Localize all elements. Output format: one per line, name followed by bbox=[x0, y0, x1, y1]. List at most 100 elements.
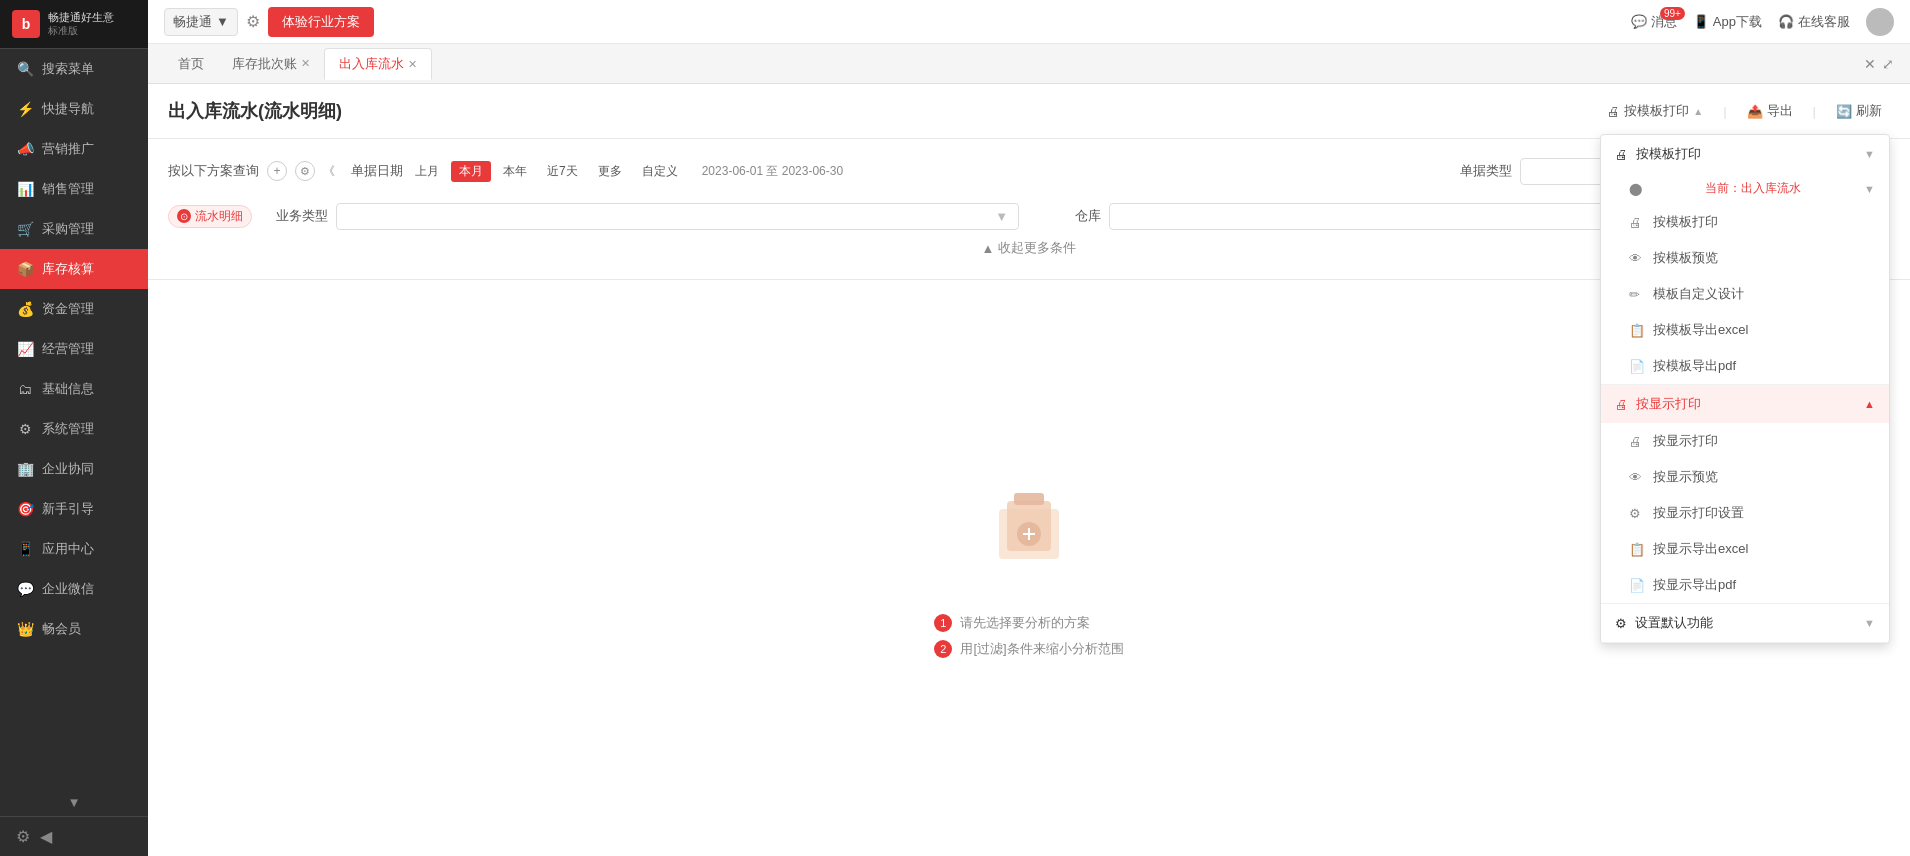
tab-batch-account-label: 库存批次账 bbox=[232, 55, 297, 73]
sidebar-item-inventory[interactable]: 📦 库存核算 bbox=[0, 249, 148, 289]
dropdown-item-template-pdf[interactable]: 📄 按模板导出pdf bbox=[1601, 348, 1889, 384]
empty-step-1: 1 请先选择要分析的方案 bbox=[934, 614, 1123, 632]
filter-collapse-btn[interactable]: 《 bbox=[323, 163, 335, 180]
tab-home-label: 首页 bbox=[178, 55, 204, 73]
bottom-collapse-icon[interactable]: ◀ bbox=[40, 827, 52, 846]
filter-tag-icon: ⊙ bbox=[177, 209, 191, 223]
trial-btn[interactable]: 体验行业方案 bbox=[268, 7, 374, 37]
template-print-header-icon: 🖨 bbox=[1615, 147, 1628, 162]
dropdown-item-display-print[interactable]: 🖨 按显示打印 bbox=[1601, 423, 1889, 459]
user-avatar[interactable] bbox=[1866, 8, 1894, 36]
sidebar-item-basic[interactable]: 🗂 基础信息 bbox=[0, 369, 148, 409]
tab-inventory-flow-close[interactable]: ✕ bbox=[408, 58, 417, 71]
empty-steps: 1 请先选择要分析的方案 2 用[过滤]条件来缩小分析范围 bbox=[934, 614, 1123, 658]
display-preview-label: 按显示预览 bbox=[1653, 468, 1718, 486]
filter-add-btn[interactable]: + bbox=[267, 161, 287, 181]
sidebar-item-label: 畅会员 bbox=[42, 620, 81, 638]
dropdown-item-display-excel[interactable]: 📋 按显示导出excel bbox=[1601, 531, 1889, 567]
filter-business-select[interactable]: ▼ bbox=[336, 203, 1019, 230]
collapse-btn[interactable]: ▲ 收起更多条件 bbox=[982, 239, 1077, 257]
sidebar-item-quick-nav[interactable]: ⚡ 快捷导航 bbox=[0, 89, 148, 129]
online-service-btn[interactable]: 🎧 在线客服 bbox=[1778, 13, 1850, 31]
display-print-icon: 🖨 bbox=[1629, 434, 1645, 449]
display-print-header[interactable]: 🖨 按显示打印 ▲ bbox=[1601, 385, 1889, 423]
dropdown-item-display-settings[interactable]: ⚙ 按显示打印设置 bbox=[1601, 495, 1889, 531]
dropdown-item-template-excel[interactable]: 📋 按模板导出excel bbox=[1601, 312, 1889, 348]
sidebar-item-appstore[interactable]: 📱 应用中心 bbox=[0, 529, 148, 569]
tabbar: 首页 库存批次账 ✕ 出入库流水 ✕ ✕ ⤢ bbox=[148, 44, 1910, 84]
topbar-settings-icon[interactable]: ⚙ bbox=[246, 12, 260, 31]
app-download-btn[interactable]: 📱 App下载 bbox=[1693, 13, 1762, 31]
tab-batch-account-close[interactable]: ✕ bbox=[301, 57, 310, 70]
expand-tab-icon[interactable]: ⤢ bbox=[1882, 56, 1894, 72]
collapse-up-icon: ▲ bbox=[982, 241, 995, 256]
sidebar-item-label: 基础信息 bbox=[42, 380, 94, 398]
sidebar-item-purchase[interactable]: 🛒 采购管理 bbox=[0, 209, 148, 249]
sidebar-item-marketing[interactable]: 📣 营销推广 bbox=[0, 129, 148, 169]
date-range: 2023-06-01 至 2023-06-30 bbox=[702, 163, 843, 180]
dropdown-item-template-preview[interactable]: 👁 按模板预览 bbox=[1601, 240, 1889, 276]
sidebar-item-system[interactable]: ⚙ 系统管理 bbox=[0, 409, 148, 449]
date-tab-custom[interactable]: 自定义 bbox=[634, 161, 686, 182]
display-excel-label: 按显示导出excel bbox=[1653, 540, 1748, 558]
print-btn[interactable]: 🖨 按模板打印 ▲ bbox=[1599, 98, 1711, 124]
sidebar-nav: ⚡ 快捷导航 📣 营销推广 📊 销售管理 🛒 采购管理 📦 库存核算 💰 资金管… bbox=[0, 89, 148, 789]
template-print-header-label: 按模板打印 bbox=[1636, 145, 1701, 163]
sidebar-item-operations[interactable]: 📈 经营管理 bbox=[0, 329, 148, 369]
tab-batch-account[interactable]: 库存批次账 ✕ bbox=[218, 49, 324, 79]
step-2-text: 用[过滤]条件来缩小分析范围 bbox=[960, 640, 1123, 658]
sidebar-item-vip[interactable]: 👑 畅会员 bbox=[0, 609, 148, 649]
export-label: 导出 bbox=[1767, 102, 1793, 120]
sidebar-item-enterprise[interactable]: 🏢 企业协同 bbox=[0, 449, 148, 489]
date-tab-this-year[interactable]: 本年 bbox=[495, 161, 535, 182]
inventory-icon: 📦 bbox=[16, 261, 34, 277]
filter-label-row: 按以下方案查询 + ⚙ 《 bbox=[168, 161, 335, 181]
sidebar-item-label: 资金管理 bbox=[42, 300, 94, 318]
dropdown-current-arrow: ▼ bbox=[1864, 183, 1875, 195]
topbar-right: 💬 消息 99+ 📱 App下载 🎧 在线客服 bbox=[1631, 8, 1894, 36]
tab-home[interactable]: 首页 bbox=[164, 49, 218, 79]
template-print-header[interactable]: 🖨 按模板打印 ▼ bbox=[1601, 135, 1889, 173]
message-btn[interactable]: 💬 消息 99+ bbox=[1631, 13, 1677, 31]
sidebar-scroll-down[interactable]: ▼ bbox=[0, 789, 148, 816]
bottom-settings-icon[interactable]: ⚙ bbox=[16, 827, 30, 846]
step-2-num: 2 bbox=[934, 640, 952, 658]
filter-tag-stream[interactable]: ⊙ 流水明细 bbox=[168, 205, 252, 228]
dropdown-item-display-pdf[interactable]: 📄 按显示导出pdf bbox=[1601, 567, 1889, 603]
template-pdf-icon: 📄 bbox=[1629, 359, 1645, 374]
company-name: 畅捷通 bbox=[173, 13, 212, 31]
operations-icon: 📈 bbox=[16, 341, 34, 357]
sidebar-item-sales[interactable]: 📊 销售管理 bbox=[0, 169, 148, 209]
dropdown-current-text: 当前：出入库流水 bbox=[1705, 180, 1801, 197]
company-selector[interactable]: 畅捷通 ▼ bbox=[164, 8, 238, 36]
date-tab-last-month[interactable]: 上月 bbox=[407, 161, 447, 182]
display-print-item-label: 按显示打印 bbox=[1653, 432, 1718, 450]
close-tab-icon[interactable]: ✕ bbox=[1864, 56, 1876, 72]
step-1-text: 请先选择要分析的方案 bbox=[960, 614, 1090, 632]
export-btn[interactable]: 📤 导出 bbox=[1739, 98, 1801, 124]
sidebar-item-wechat[interactable]: 💬 企业微信 bbox=[0, 569, 148, 609]
sidebar-item-search[interactable]: 🔍 搜索菜单 bbox=[0, 49, 148, 89]
dropdown-item-template-design[interactable]: ✏ 模板自定义设计 bbox=[1601, 276, 1889, 312]
dropdown-item-template-print[interactable]: 🖨 按模板打印 bbox=[1601, 204, 1889, 240]
tab-inventory-flow[interactable]: 出入库流水 ✕ bbox=[324, 48, 432, 80]
tabbar-right: ✕ ⤢ bbox=[1864, 56, 1894, 72]
default-function-label: 设置默认功能 bbox=[1635, 614, 1713, 632]
message-icon: 💬 bbox=[1631, 14, 1647, 29]
page-content: 出入库流水(流水明细) 🖨 按模板打印 ▲ | 📤 导出 | 🔄 刷新 bbox=[148, 84, 1910, 856]
date-tab-7days[interactable]: 近7天 bbox=[539, 161, 586, 182]
guide-icon: 🎯 bbox=[16, 501, 34, 517]
date-tab-more[interactable]: 更多 bbox=[590, 161, 630, 182]
refresh-btn[interactable]: 🔄 刷新 bbox=[1828, 98, 1890, 124]
system-icon: ⚙ bbox=[16, 421, 34, 437]
sidebar-item-finance[interactable]: 💰 资金管理 bbox=[0, 289, 148, 329]
dropdown-item-display-preview[interactable]: 👁 按显示预览 bbox=[1601, 459, 1889, 495]
date-tab-this-month[interactable]: 本月 bbox=[451, 161, 491, 182]
app-download-icon: 📱 bbox=[1693, 14, 1709, 29]
default-function-header[interactable]: ⚙ 设置默认功能 ▼ bbox=[1601, 604, 1889, 642]
filter-settings-btn[interactable]: ⚙ bbox=[295, 161, 315, 181]
enterprise-icon: 🏢 bbox=[16, 461, 34, 477]
template-print-section: 🖨 按模板打印 ▼ ⬤ 当前：出入库流水 ▼ bbox=[1601, 135, 1889, 385]
sidebar-item-guide[interactable]: 🎯 新手引导 bbox=[0, 489, 148, 529]
sidebar-item-label: 快捷导航 bbox=[42, 100, 94, 118]
